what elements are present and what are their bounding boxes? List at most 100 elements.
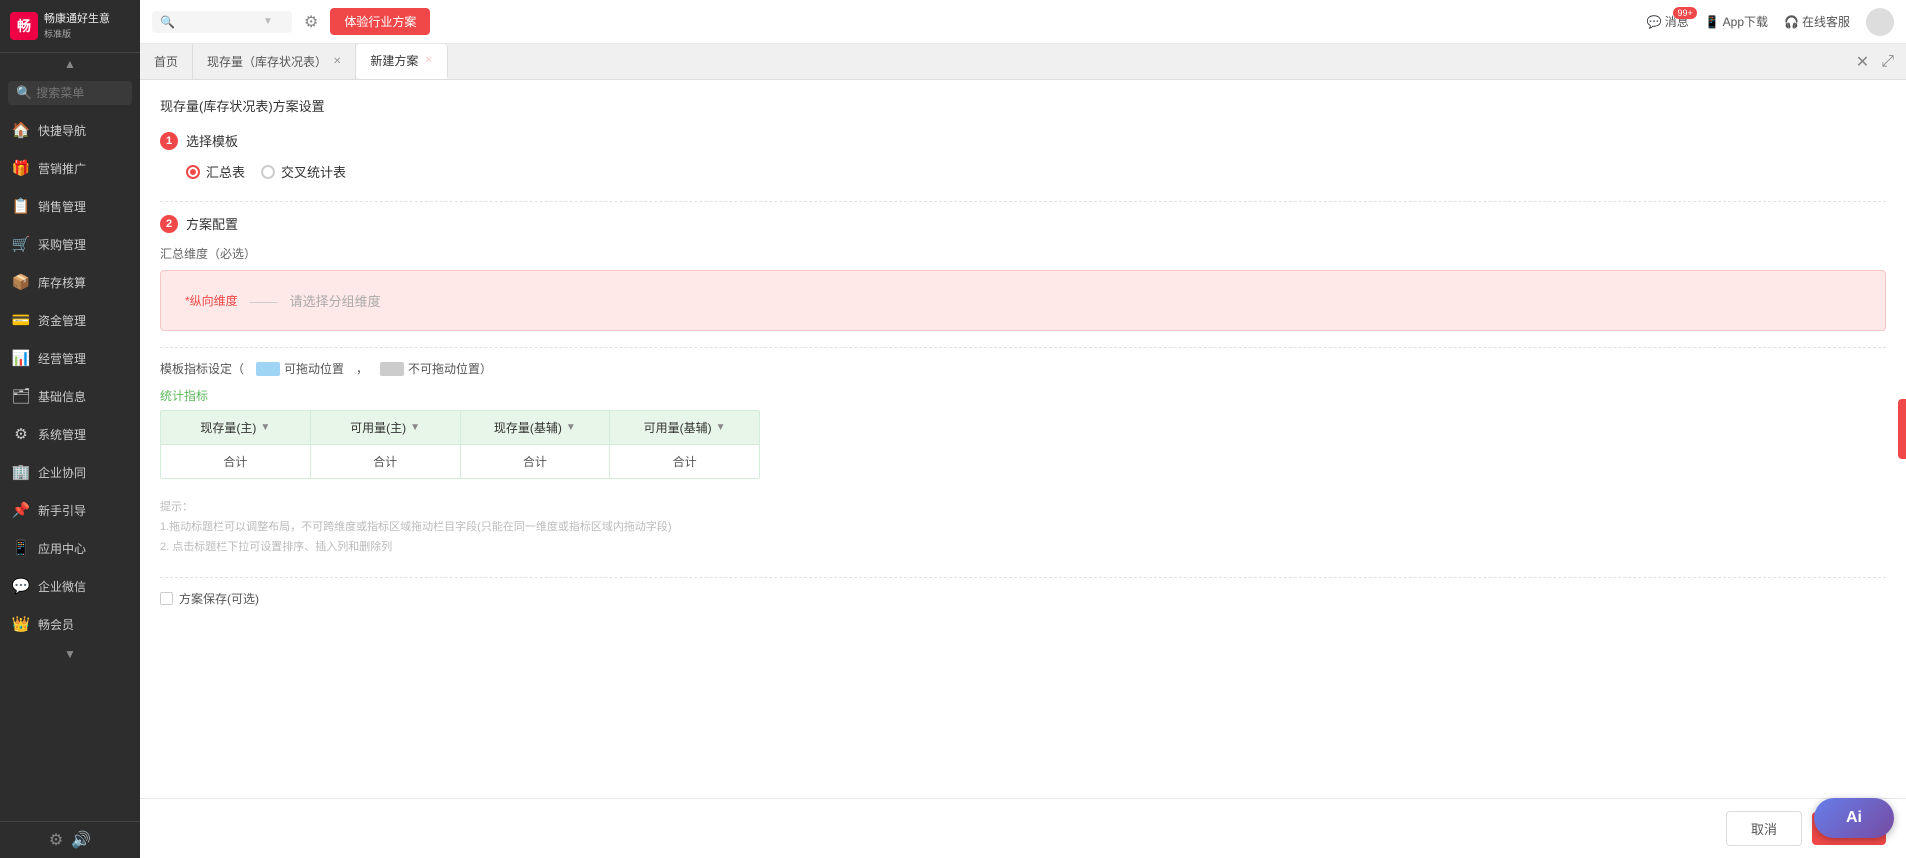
sidebar-item-system[interactable]: ⚙ 系统管理: [0, 415, 140, 453]
indicator-section: 模板指标设定（ 可拖动位置 ， 不可拖动位置） 统计指标: [160, 360, 1886, 557]
col-1: 可用量(主) ▼: [311, 411, 461, 445]
sidebar-item-label: 经营管理: [38, 350, 86, 367]
draggable-label: 可拖动位置: [284, 360, 344, 377]
col-2-cell: 合计: [461, 445, 610, 478]
col-0-cell: 合计: [161, 445, 310, 478]
tabs: 首页 现存量（库存状况表） ✕ 新建方案 ✕ ✕ ⤢: [140, 44, 1906, 80]
expand-panel-button[interactable]: ⤢: [1877, 51, 1898, 73]
sidebar-item-wechat[interactable]: 💬 企业微信: [0, 567, 140, 605]
sidebar-item-finance[interactable]: 💳 资金管理: [0, 301, 140, 339]
search-input[interactable]: [36, 86, 124, 100]
col-1-chevron[interactable]: ▼: [410, 422, 420, 433]
section-template: 1 选择模板 汇总表 交叉统计表: [160, 131, 1886, 181]
draggable-box: [256, 362, 280, 376]
sidebar-item-label: 企业微信: [38, 578, 86, 595]
tab-inventory[interactable]: 现存量（库存状况表） ✕: [193, 44, 356, 79]
inventory-icon: 📦: [12, 273, 30, 291]
user-avatar[interactable]: [1866, 8, 1894, 36]
col-0-chevron[interactable]: ▼: [260, 422, 270, 433]
col-2-header[interactable]: 现存量(基辅) ▼: [461, 411, 610, 445]
radio-summary-btn[interactable]: [186, 165, 200, 179]
save-checkbox[interactable]: [160, 592, 173, 605]
gear-icon[interactable]: ⚙: [300, 8, 322, 36]
sidebar-item-enterprise[interactable]: 🏢 企业协同: [0, 453, 140, 491]
tab-home[interactable]: 首页: [140, 44, 193, 79]
sidebar-search-box[interactable]: 🔍: [8, 81, 132, 105]
sidebar-item-quick-nav[interactable]: 🏠 快捷导航: [0, 111, 140, 149]
search-icon: 🔍: [16, 85, 32, 101]
stats-label: 统计指标: [160, 387, 1886, 404]
stats-table-header: 现存量(主) ▼ 可用量(主) ▼ 现存量(基辅: [161, 411, 759, 445]
stats-table: 现存量(主) ▼ 可用量(主) ▼ 现存量(基辅: [160, 410, 760, 479]
app-name: 畅康通好生意: [44, 12, 110, 26]
col-2: 现存量(基辅) ▼: [461, 411, 611, 445]
divider3: [160, 577, 1886, 578]
indicator-comma: ，: [356, 360, 368, 377]
topbar-search-box[interactable]: 🔍 ▼: [152, 11, 292, 33]
draggable-badge: 可拖动位置: [256, 360, 344, 377]
radio-summary[interactable]: 汇总表: [186, 162, 245, 181]
online-service-button[interactable]: 🎧 在线客服: [1784, 13, 1850, 30]
col-1-body: 合计: [311, 445, 461, 478]
message-button[interactable]: 💬 消息 99+: [1647, 13, 1689, 30]
operations-icon: 📊: [12, 349, 30, 367]
tab-home-label: 首页: [154, 53, 178, 70]
logo-text: 畅康通好生意 标准版: [44, 12, 110, 39]
col-0-header[interactable]: 现存量(主) ▼: [161, 411, 310, 445]
sidebar-scroll-down[interactable]: ▼: [0, 643, 140, 665]
radio-summary-label: 汇总表: [206, 162, 245, 181]
sidebar-item-base-info[interactable]: 🗂 基础信息: [0, 377, 140, 415]
col-3: 可用量(基辅) ▼: [610, 411, 759, 445]
col-3-header[interactable]: 可用量(基辅) ▼: [610, 411, 759, 445]
sidebar-item-purchase[interactable]: 🛒 采购管理: [0, 225, 140, 263]
radio-cross[interactable]: 交叉统计表: [261, 162, 346, 181]
topbar-search-input[interactable]: [179, 15, 259, 29]
col-3-cell: 合计: [610, 445, 759, 478]
col-0-body: 合计: [161, 445, 311, 478]
app-download-button[interactable]: 📱 App下载: [1705, 13, 1768, 30]
trial-industry-button[interactable]: 体验行业方案: [330, 8, 430, 35]
cancel-button[interactable]: 取消: [1726, 811, 1802, 846]
sidebar-item-newbie[interactable]: 📌 新手引导: [0, 491, 140, 529]
settings-icon[interactable]: ⚙: [49, 830, 63, 850]
close-panel-button[interactable]: ✕: [1852, 50, 1873, 74]
col-3-body: 合计: [610, 445, 759, 478]
sidebar-item-member[interactable]: 👑 畅会员: [0, 605, 140, 643]
tab-new-plan-close[interactable]: ✕: [424, 55, 432, 66]
topbar-right: 💬 消息 99+ 📱 App下载 🎧 在线客服: [1647, 8, 1894, 36]
sidebar-item-label: 采购管理: [38, 236, 86, 253]
ai-bubble[interactable]: Ai: [1814, 798, 1894, 838]
indicator-setting: 模板指标设定（ 可拖动位置 ， 不可拖动位置）: [160, 360, 1886, 377]
col-1-cell: 合计: [311, 445, 460, 478]
col-3-chevron[interactable]: ▼: [716, 422, 726, 433]
summary-dim-label: 汇总维度（必选）: [160, 245, 1886, 262]
app-download-label: App下载: [1723, 13, 1768, 30]
col-0-header-text: 现存量(主): [200, 419, 256, 436]
gift-icon: 🎁: [12, 159, 30, 177]
sidebar-item-marketing[interactable]: 🎁 营销推广: [0, 149, 140, 187]
sidebar-item-label: 系统管理: [38, 426, 86, 443]
sidebar-scroll-up[interactable]: ▲: [0, 53, 140, 75]
sidebar-item-label: 应用中心: [38, 540, 86, 557]
sound-icon[interactable]: 🔊: [71, 830, 91, 850]
radio-cross-btn[interactable]: [261, 165, 275, 179]
col-2-chevron[interactable]: ▼: [566, 422, 576, 433]
sidebar-item-inventory[interactable]: 📦 库存核算: [0, 263, 140, 301]
sidebar-item-app-center[interactable]: 📱 应用中心: [0, 529, 140, 567]
radio-cross-label: 交叉统计表: [281, 162, 346, 181]
col-2-body: 合计: [461, 445, 611, 478]
sidebar-item-operations[interactable]: 📊 经营管理: [0, 339, 140, 377]
sidebar-item-sales[interactable]: 📋 销售管理: [0, 187, 140, 225]
tab-new-plan[interactable]: 新建方案 ✕: [356, 44, 447, 79]
dimension-box[interactable]: *纵向维度 —— 请选择分组维度: [160, 270, 1886, 331]
col-0: 现存量(主) ▼: [161, 411, 311, 445]
tab-inventory-close[interactable]: ✕: [333, 56, 341, 67]
logo-icon: 畅: [10, 12, 38, 40]
sidebar-item-label: 畅会员: [38, 616, 74, 633]
app-center-icon: 📱: [12, 539, 30, 557]
stats-table-body: 合计 合计 合计 合计: [161, 445, 759, 478]
message-icon: 💬: [1647, 15, 1662, 29]
system-icon: ⚙: [12, 425, 30, 443]
col-1-header[interactable]: 可用量(主) ▼: [311, 411, 460, 445]
wechat-icon: 💬: [12, 577, 30, 595]
